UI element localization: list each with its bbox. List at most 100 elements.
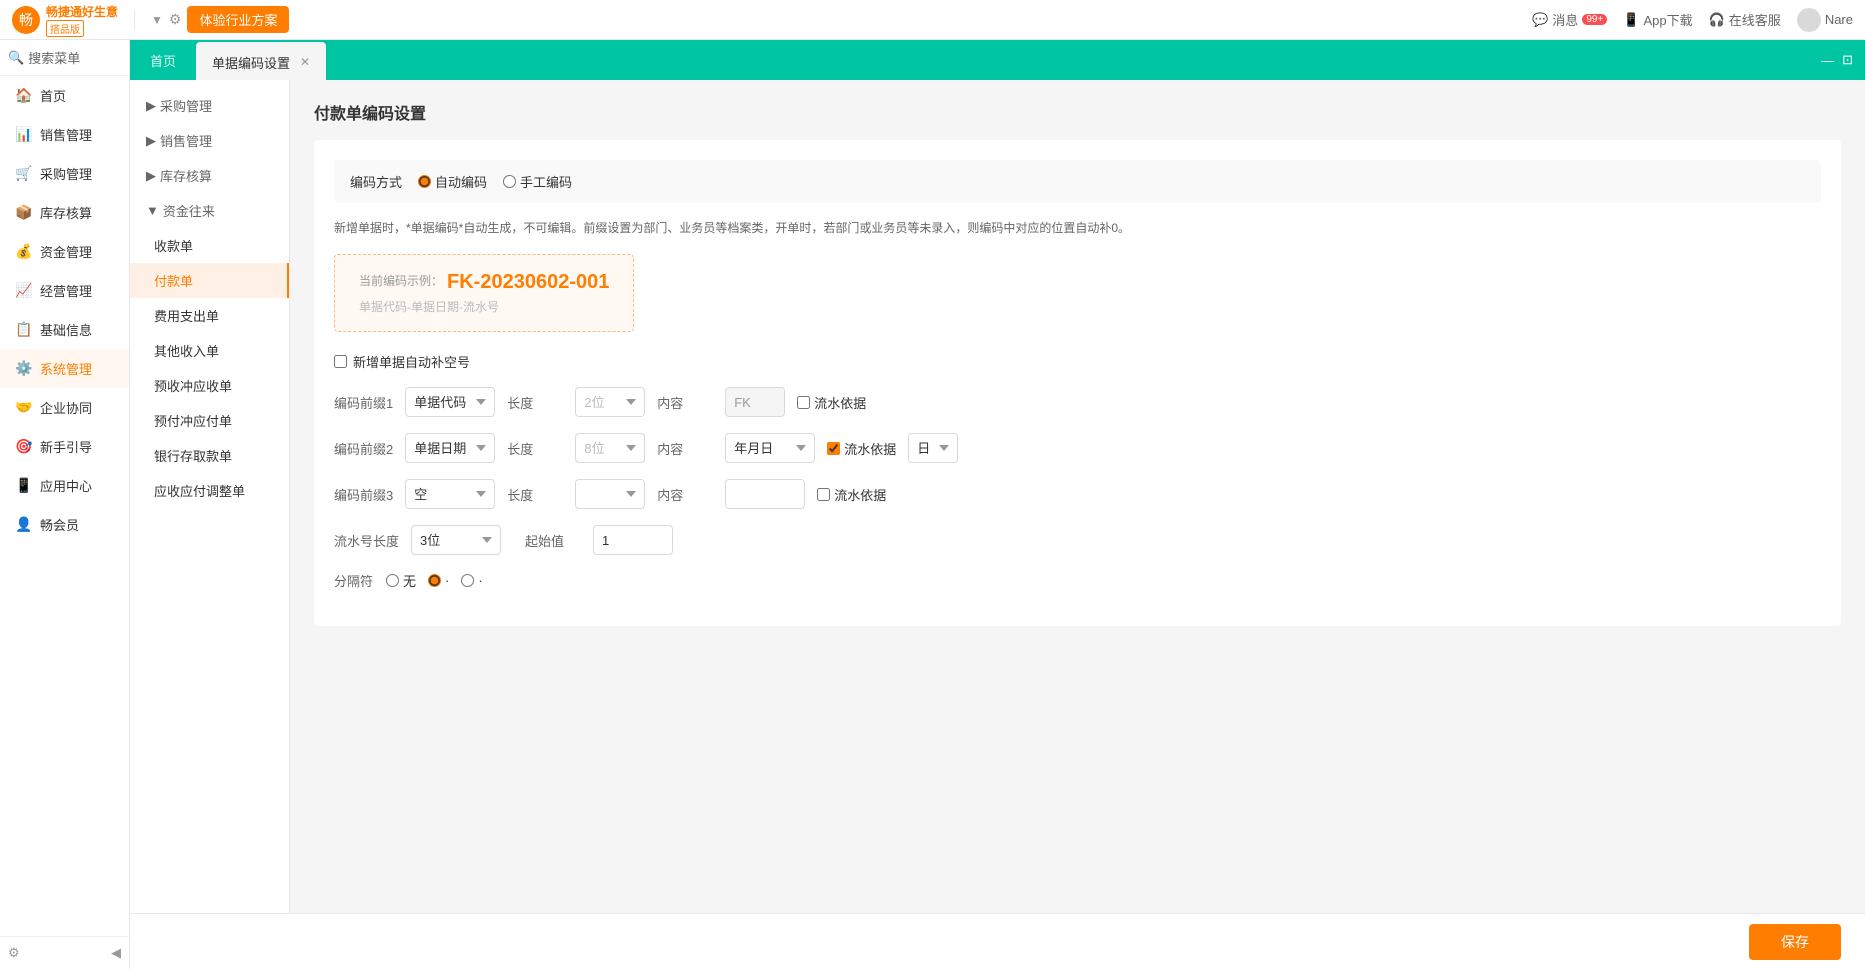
enterprise-icon: 🤝 [16,400,32,416]
form-row-prefix3: 编码前缀3 空 长度 内容 流水依据 [334,479,1821,509]
sub-sidebar-item-income[interactable]: 其他收入单 [130,333,289,368]
auto-fill-checkbox[interactable] [334,355,347,368]
chevron-right-icon: ▶ [146,168,156,184]
sub-sidebar-item-prepay-receivable[interactable]: 预收冲应收单 [130,368,289,403]
radio-auto-code-label: 自动编码 [435,172,487,191]
settings-icon[interactable]: ⚙ [169,11,182,28]
coding-method-label: 编码方式 [350,172,402,191]
prefix3-label: 编码前缀3 [334,485,393,504]
experience-button[interactable]: 体验行业方案 [187,6,289,33]
sidebar-item-sales[interactable]: 📊 销售管理 [0,115,129,154]
sidebar-item-enterprise[interactable]: 🤝 企业协同 [0,388,129,427]
sub-sidebar-group-inventory: ▶ 库存核算 [130,158,289,193]
tab-coding-settings[interactable]: 单据编码设置 ✕ [196,42,326,82]
prefix2-length-select[interactable]: 8位 [575,433,645,463]
separator-dash-radio[interactable] [428,574,441,587]
prefix1-serial-label[interactable]: 流水依据 [797,393,866,412]
prefix3-serial-label[interactable]: 流水依据 [817,485,886,504]
appcenter-icon: 📱 [16,478,32,494]
search-label: 搜索菜单 [28,48,80,67]
sidebar-item-fund[interactable]: 💰 资金管理 [0,232,129,271]
prefix1-select[interactable]: 单据代码 [405,387,495,417]
save-button[interactable]: 保存 [1749,924,1841,960]
serial-length-select[interactable]: 3位 [411,525,501,555]
prefix2-period-select[interactable]: 日 [908,433,958,463]
sub-sidebar-group-sales-title[interactable]: ▶ 销售管理 [130,123,289,158]
online-service-button[interactable]: 🎧 在线客服 [1709,10,1781,29]
sales-icon: 📊 [16,127,32,143]
sidebar-item-system[interactable]: ⚙️ 系统管理 [0,349,129,388]
sub-sidebar-item-ar-adjust[interactable]: 应收应付调整单 [130,473,289,508]
prefix1-serial-checkbox[interactable] [797,396,810,409]
prefix2-select[interactable]: 单据日期 [405,433,495,463]
prefix1-serial-text: 流水依据 [814,393,866,412]
prefix3-serial-checkbox[interactable] [817,488,830,501]
sub-sidebar-item-payment[interactable]: 付款单 [130,263,289,298]
main-layout: 🔍 搜索菜单 🏠 首页 📊 销售管理 🛒 采购管理 📦 库存核算 💰 [0,40,1865,969]
separator-dot-radio[interactable] [461,574,474,587]
sidebar-item-basic[interactable]: 📋 基础信息 [0,310,129,349]
sub-sidebar-item-expense[interactable]: 费用支出单 [130,298,289,333]
sidebar-item-inventory[interactable]: 📦 库存核算 [0,193,129,232]
sidebar-item-label: 首页 [40,86,66,105]
logo-icon: 畅 [12,6,40,34]
prefix3-length-label: 长度 [507,485,563,504]
sub-sidebar-group-inventory-title[interactable]: ▶ 库存核算 [130,158,289,193]
app-download-button[interactable]: 📱 App下载 [1623,10,1692,29]
sub-sidebar-group-fund: ▼ 资金往来 收款单 付款单 费用支出单 其他收入单 预收冲应收单 预付冲应付单… [130,193,289,508]
radio-auto-code[interactable]: 自动编码 [418,172,487,191]
sub-sidebar-item-prepay-payable[interactable]: 预付冲应付单 [130,403,289,438]
user-avatar [1797,8,1821,32]
sub-sidebar-item-bank-deposit[interactable]: 银行存取款单 [130,438,289,473]
sidebar-item-operation[interactable]: 📈 经营管理 [0,271,129,310]
prefix2-serial-label[interactable]: 流水依据 [827,439,896,458]
tab-close-icon[interactable]: ✕ [300,55,310,69]
sidebar-item-label: 系统管理 [40,359,92,378]
separator-dot-label[interactable]: · [461,573,482,588]
sidebar-item-label: 经营管理 [40,281,92,300]
prefix2-serial-checkbox[interactable] [827,442,840,455]
purchase-icon: 🛒 [16,166,32,182]
tab-bar-right: — ⊡ [1821,52,1865,68]
tab-maximize-icon[interactable]: ⊡ [1842,52,1853,68]
nav-dropdown[interactable]: ▼ [151,13,163,27]
radio-auto-code-input[interactable] [418,175,431,188]
preview-label: 当前编码示例： [359,272,443,289]
sidebar-item-guide[interactable]: 🎯 新手引导 [0,427,129,466]
sub-sidebar: ▶ 采购管理 ▶ 销售管理 ▶ 库存核算 [130,80,290,913]
sub-sidebar-item-receipt[interactable]: 收款单 [130,228,289,263]
prefix3-select[interactable]: 空 [405,479,495,509]
sidebar-item-appcenter[interactable]: 📱 应用中心 [0,466,129,505]
radio-manual-code[interactable]: 手工编码 [503,172,572,191]
sidebar-item-home[interactable]: 🏠 首页 [0,76,129,115]
prefix1-length-select[interactable]: 2位 [575,387,645,417]
tab-home[interactable]: 首页 [130,40,196,80]
message-icon: 💬 [1532,12,1548,28]
prefix3-serial-text: 流水依据 [834,485,886,504]
sub-sidebar-group-purchase-title[interactable]: ▶ 采购管理 [130,88,289,123]
user-info[interactable]: Nare [1797,8,1853,32]
separator-none-radio[interactable] [386,574,399,587]
separator-label: 分隔符 [334,571,374,590]
prefix2-content-select[interactable]: 年月日 [725,433,815,463]
prefix1-label: 编码前缀1 [334,393,393,412]
message-button[interactable]: 💬 消息 99+ [1532,10,1607,29]
sidebar-item-purchase[interactable]: 🛒 采购管理 [0,154,129,193]
sidebar-item-member[interactable]: 👤 畅会员 [0,505,129,544]
sidebar-search[interactable]: 🔍 搜索菜单 [0,40,129,76]
radio-manual-code-input[interactable] [503,175,516,188]
collapse-icon[interactable]: ◀ [111,945,121,961]
top-bar-actions: ▼ ⚙ 体验行业方案 [151,6,289,33]
search-icon: 🔍 [8,50,24,66]
separator-dash-label[interactable]: · [428,573,449,588]
prefix3-content-input[interactable] [725,479,805,509]
tab-minimize-icon[interactable]: — [1821,53,1834,68]
start-value-input[interactable] [593,525,673,555]
settings-card: 编码方式 自动编码 手工编码 [314,140,1841,626]
separator-none-label[interactable]: 无 [386,571,416,590]
message-label: 消息 [1552,10,1578,29]
prefix3-length-select[interactable] [575,479,645,509]
settings-bottom-icon[interactable]: ⚙ [8,945,20,961]
form-row-prefix1: 编码前缀1 单据代码 长度 2位 内容 流水依据 [334,387,1821,417]
sub-sidebar-group-fund-title[interactable]: ▼ 资金往来 [130,193,289,228]
